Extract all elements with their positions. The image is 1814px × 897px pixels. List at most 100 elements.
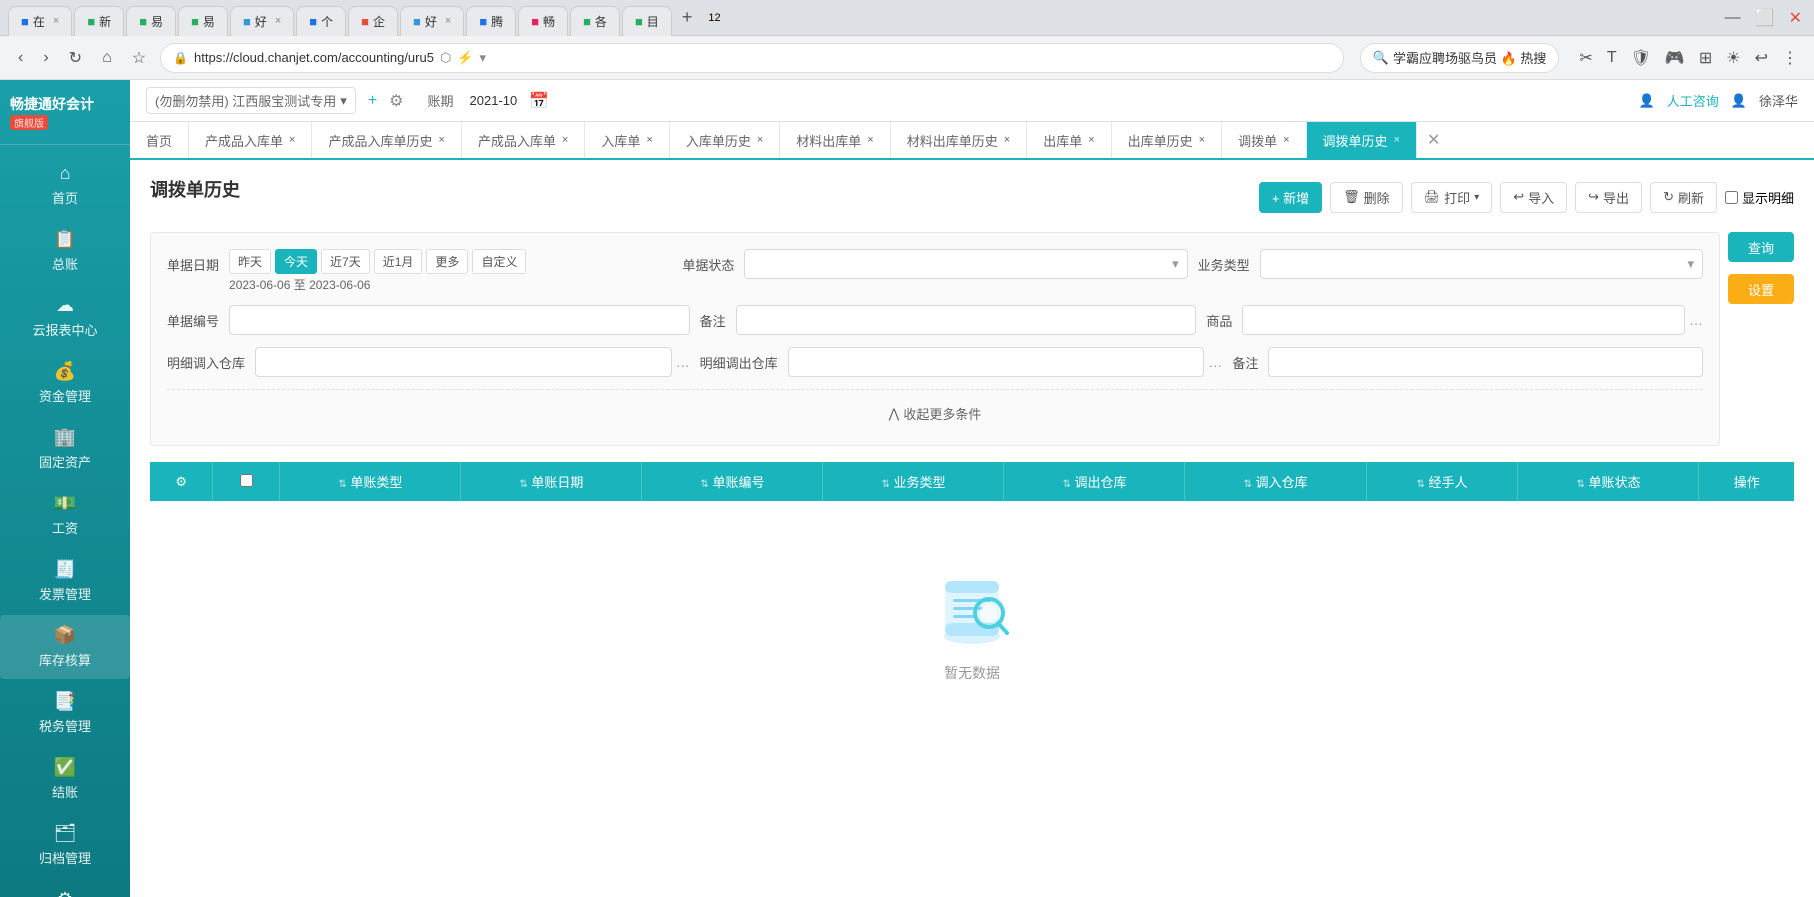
show-cols-checkbox[interactable] xyxy=(1725,191,1738,204)
th-biz-type[interactable]: ⇅ 业务类型 xyxy=(823,462,1004,501)
sidebar-item-reports[interactable]: ☁ 云报表中心 xyxy=(0,285,130,349)
browser-tab-8[interactable]: ■ 腾 xyxy=(466,6,516,36)
th-doc-status[interactable]: ⇅ 单账状态 xyxy=(1518,462,1699,501)
show-cols-toggle[interactable]: 显示明细 xyxy=(1725,188,1794,207)
import-button[interactable]: ↩ 导入 xyxy=(1500,182,1567,213)
reload-button[interactable]: ↻ xyxy=(63,46,88,70)
tab-close-0[interactable]: × xyxy=(53,15,59,27)
th-doc-type[interactable]: ⇅ 单账类型 xyxy=(280,462,461,501)
back-button[interactable]: ‹ xyxy=(12,47,29,69)
bookmark-button[interactable]: ☆ xyxy=(126,46,152,70)
sidebar-item-ledger[interactable]: 📋 总账 xyxy=(0,219,130,283)
browser-tab-2[interactable]: ■ 易 xyxy=(126,6,176,36)
maximize-button[interactable]: ⬜ xyxy=(1751,4,1779,32)
export-button[interactable]: ↪ 导出 xyxy=(1575,182,1642,213)
page-tab-9[interactable]: 出库单历史 × xyxy=(1112,122,1222,159)
page-tab-2[interactable]: 产成品入库单历史 × xyxy=(312,122,461,159)
out-warehouse-input[interactable] xyxy=(788,347,1205,377)
browser-tab-11[interactable]: ■ 目 xyxy=(622,6,672,36)
th-out-warehouse[interactable]: ⇅ 调出仓库 xyxy=(1004,462,1185,501)
page-tab-close-5[interactable]: × xyxy=(757,134,763,146)
sidebar-item-tax[interactable]: 📑 税务管理 xyxy=(0,681,130,745)
address-bar[interactable]: 🔒 https://cloud.chanjet.com/accounting/u… xyxy=(160,43,1344,73)
browser-tab-0[interactable]: ■ 在 × xyxy=(8,6,72,36)
page-tab-close-11[interactable]: × xyxy=(1394,134,1400,146)
th-doc-number[interactable]: ⇅ 单账编号 xyxy=(642,462,823,501)
service-label[interactable]: 人工咨询 xyxy=(1667,91,1719,110)
today-btn[interactable]: 今天 xyxy=(275,249,317,274)
more-btn[interactable]: 更多 xyxy=(426,249,468,274)
page-tab-close-9[interactable]: × xyxy=(1199,134,1205,146)
tab-close-7[interactable]: × xyxy=(445,15,451,27)
page-tab-6[interactable]: 材料出库单 × xyxy=(780,122,890,159)
collapse-button[interactable]: ⋀ 收起更多条件 xyxy=(167,398,1703,429)
page-tab-close-7[interactable]: × xyxy=(1004,134,1010,146)
browser-tab-7[interactable]: ■ 好 × xyxy=(400,6,464,36)
status-select[interactable]: ▾ xyxy=(744,249,1187,279)
calendar-icon[interactable]: 📅 xyxy=(529,91,549,111)
new-button[interactable]: + 新增 xyxy=(1259,182,1322,213)
scissors-button[interactable]: ✂ xyxy=(1575,44,1596,72)
browser-tab-1[interactable]: ■ 新 xyxy=(74,6,124,36)
menu-button[interactable]: ⋮ xyxy=(1778,44,1802,72)
out-warehouse-dots[interactable]: … xyxy=(1208,354,1222,370)
add-org-button[interactable]: + xyxy=(368,92,377,110)
remark2-input[interactable] xyxy=(1268,347,1703,377)
page-tab-3[interactable]: 产成品入库单 × xyxy=(462,122,585,159)
minimize-button[interactable]: — xyxy=(1721,5,1745,31)
th-in-warehouse[interactable]: ⇅ 调入仓库 xyxy=(1185,462,1366,501)
sidebar-item-invoice[interactable]: 🧾 发票管理 xyxy=(0,549,130,613)
table-gear-icon[interactable]: ⚙ xyxy=(175,474,187,489)
page-tab-close-8[interactable]: × xyxy=(1088,134,1094,146)
translate-button[interactable]: T xyxy=(1603,45,1621,71)
org-settings-button[interactable]: ⚙ xyxy=(389,91,403,111)
page-tab-home[interactable]: 首页 xyxy=(130,122,189,159)
page-tab-8[interactable]: 出库单 × xyxy=(1027,122,1111,159)
grid-button[interactable]: ⊞ xyxy=(1695,44,1716,72)
select-all-checkbox[interactable] xyxy=(240,474,253,487)
browser-tab-5[interactable]: ■ 个 xyxy=(296,6,346,36)
query-button[interactable]: 查询 xyxy=(1728,232,1794,262)
shield-button[interactable]: 🛡 xyxy=(1627,44,1655,72)
theme-button[interactable]: ☀ xyxy=(1722,44,1744,72)
th-checkbox[interactable] xyxy=(213,462,280,501)
page-tab-5[interactable]: 入库单历史 × xyxy=(670,122,780,159)
page-tab-7[interactable]: 材料出库单历史 × xyxy=(891,122,1027,159)
browser-tab-9[interactable]: ■ 畅 xyxy=(518,6,568,36)
set-button[interactable]: 设置 xyxy=(1728,274,1794,304)
number-input[interactable] xyxy=(229,305,690,335)
7days-btn[interactable]: 近7天 xyxy=(321,249,370,274)
sidebar-item-settings[interactable]: ⚙ 基础设置 xyxy=(0,879,130,897)
page-tab-close-1[interactable]: × xyxy=(289,134,295,146)
custom-btn[interactable]: 自定义 xyxy=(472,249,526,274)
remark-input[interactable] xyxy=(736,305,1197,335)
browser-tab-6[interactable]: ■ 企 xyxy=(348,6,398,36)
th-handler[interactable]: ⇅ 经手人 xyxy=(1366,462,1518,501)
page-tab-close-3[interactable]: × xyxy=(562,134,568,146)
page-tab-10[interactable]: 调拨单 × xyxy=(1222,122,1306,159)
page-tab-1[interactable]: 产成品入库单 × xyxy=(189,122,312,159)
sidebar-item-home[interactable]: ⌂ 首页 xyxy=(0,153,130,217)
undo-button[interactable]: ↩ xyxy=(1751,44,1772,72)
goods-dots[interactable]: … xyxy=(1689,312,1703,328)
type-select[interactable]: ▾ xyxy=(1260,249,1703,279)
home-button[interactable]: ⌂ xyxy=(96,47,118,69)
browser-tab-3[interactable]: ■ 易 xyxy=(178,6,228,36)
th-doc-date[interactable]: ⇅ 单账日期 xyxy=(461,462,642,501)
goods-input[interactable] xyxy=(1242,305,1685,335)
close-all-tabs-button[interactable]: ✕ xyxy=(1417,130,1450,150)
forward-button[interactable]: › xyxy=(37,47,54,69)
page-tab-close-4[interactable]: × xyxy=(646,134,652,146)
org-selector[interactable]: (勿删勿禁用) 江西服宝测试专用 ▾ xyxy=(146,87,356,114)
sidebar-item-salary[interactable]: 💵 工资 xyxy=(0,483,130,547)
search-bar[interactable]: 🔍 学霸应聘场驱鸟员 🔥 热搜 xyxy=(1360,43,1560,73)
in-warehouse-input[interactable] xyxy=(255,347,672,377)
th-gear[interactable]: ⚙ xyxy=(150,462,213,501)
sidebar-item-finance[interactable]: 💰 资金管理 xyxy=(0,351,130,415)
page-tab-11[interactable]: 调拨单历史 × xyxy=(1307,122,1417,159)
close-window-button[interactable]: ✕ xyxy=(1785,4,1806,32)
tab-close-4[interactable]: × xyxy=(275,15,281,27)
browser-tab-4[interactable]: ■ 好 × xyxy=(230,6,294,36)
sidebar-item-archive[interactable]: 🗂 归档管理 xyxy=(0,813,130,877)
new-tab-button[interactable]: + xyxy=(676,7,699,28)
